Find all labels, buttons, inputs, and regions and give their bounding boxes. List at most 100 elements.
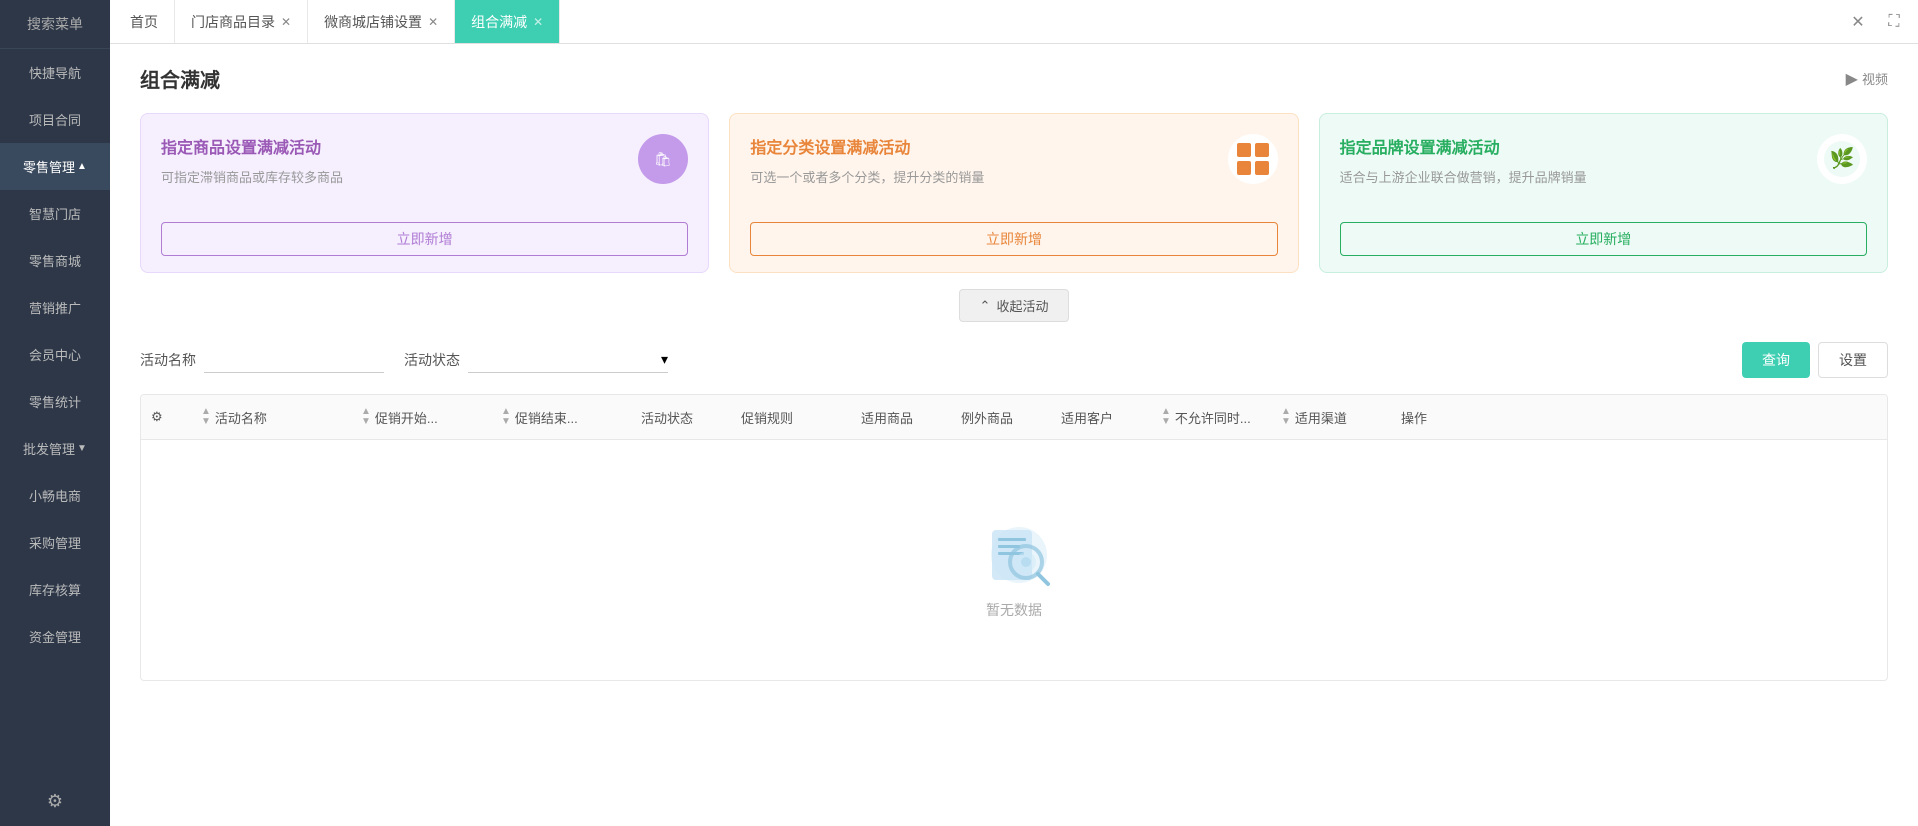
th-status-label: 活动状态 <box>641 408 693 427</box>
tab-wechat-store[interactable]: 微商城店铺设置 ✕ <box>308 0 455 43</box>
th-rule: 促销规则 <box>731 395 851 439</box>
sidebar-item-retail-mgmt[interactable]: 零售管理 ▲ <box>0 143 110 190</box>
th-action-label: 操作 <box>1401 408 1427 427</box>
settings-icon-btn[interactable]: ⚙ <box>0 777 110 826</box>
tab-combo-discount-close[interactable]: ✕ <box>533 15 543 29</box>
tab-bar-actions: ✕ ⛶ <box>1844 8 1918 36</box>
th-status: 活动状态 <box>631 395 731 439</box>
tab-home-label: 首页 <box>130 12 158 32</box>
category-card-btn[interactable]: 立即新增 <box>750 222 1277 256</box>
brand-card-btn[interactable]: 立即新增 <box>1340 222 1867 256</box>
tab-wechat-store-close[interactable]: ✕ <box>428 15 438 29</box>
activity-cards: 指定商品设置满减活动 🛍 可指定滞销商品或库存较多商品 立即新增 指定分类设置满… <box>140 113 1888 273</box>
collapse-activities-btn[interactable]: ⌃ 收起活动 <box>959 289 1070 322</box>
page-header: 组合满减 ▶ 视频 <box>140 64 1888 93</box>
video-link[interactable]: ▶ 视频 <box>1846 69 1888 89</box>
sidebar-item-small-ecom[interactable]: 小畅电商 <box>0 472 110 519</box>
sidebar-item-membership[interactable]: 会员中心 <box>0 331 110 378</box>
th-customer: 适用客户 <box>1051 395 1151 439</box>
brand-card-icon: 🌿 <box>1817 134 1867 184</box>
th-not-allow[interactable]: ▲▼ 不允许同时... <box>1151 395 1271 439</box>
tab-bar: 首页 门店商品目录 ✕ 微商城店铺设置 ✕ 组合满减 ✕ ✕ ⛶ <box>110 0 1918 44</box>
collapse-bar: ⌃ 收起活动 <box>140 289 1888 322</box>
filter-status-item: 活动状态 ▾ <box>404 347 668 373</box>
sort-not-allow-icon: ▲▼ <box>1161 407 1171 427</box>
th-action: 操作 <box>1391 395 1887 439</box>
table-header: ⚙ ▲▼ 活动名称 ▲▼ 促销开始... ▲▼ 促销结束... <box>141 395 1887 440</box>
dropdown-arrow-icon: ▾ <box>661 351 668 368</box>
th-except-label: 例外商品 <box>961 408 1013 427</box>
tab-store-catalog[interactable]: 门店商品目录 ✕ <box>175 0 308 43</box>
sidebar-item-retail-mall[interactable]: 零售商城 <box>0 237 110 284</box>
chevron-up-icon: ▲ <box>77 161 87 172</box>
product-activity-card: 指定商品设置满减活动 🛍 可指定滞销商品或库存较多商品 立即新增 <box>140 113 709 273</box>
product-card-icon: 🛍 <box>638 134 688 184</box>
empty-state: 暂无数据 <box>141 440 1887 680</box>
sidebar: 搜索菜单 快捷导航 项目合同 零售管理 ▲ 智慧门店 零售商城 营销推广 会员中… <box>0 0 110 826</box>
brand-card-desc: 适合与上游企业联合做营销，提升品牌销量 <box>1340 168 1867 189</box>
svg-text:🛍: 🛍 <box>654 151 672 167</box>
th-name[interactable]: ▲▼ 活动名称 <box>191 395 351 439</box>
th-product-label: 适用商品 <box>861 408 913 427</box>
svg-text:🌿: 🌿 <box>1830 146 1855 170</box>
sidebar-item-quick-nav[interactable]: 快捷导航 <box>0 49 110 96</box>
sidebar-item-finance[interactable]: 资金管理 <box>0 613 110 660</box>
filter-name-label: 活动名称 <box>140 350 196 370</box>
product-card-desc: 可指定滞销商品或库存较多商品 <box>161 168 688 189</box>
tab-combo-discount[interactable]: 组合满减 ✕ <box>455 0 560 43</box>
sort-name-icon: ▲▼ <box>201 407 211 427</box>
category-card-icon <box>1228 134 1278 184</box>
empty-text: 暂无数据 <box>986 600 1042 620</box>
th-product: 适用商品 <box>851 395 951 439</box>
th-start[interactable]: ▲▼ 促销开始... <box>351 395 491 439</box>
sidebar-item-wholesale-mgmt[interactable]: 批发管理 ▼ <box>0 425 110 472</box>
th-end-label: 促销结束... <box>515 408 578 427</box>
th-channel-label: 适用渠道 <box>1295 408 1347 427</box>
th-name-label: 活动名称 <box>215 408 267 427</box>
brand-card-title: 指定品牌设置满减活动 <box>1340 134 1867 158</box>
window-maximize-btn[interactable]: ⛶ <box>1880 8 1908 36</box>
empty-illustration <box>954 500 1074 600</box>
sidebar-item-project-contract[interactable]: 项目合同 <box>0 96 110 143</box>
category-card-title: 指定分类设置满减活动 <box>750 134 1277 158</box>
tab-combo-discount-label: 组合满减 <box>471 12 527 32</box>
category-activity-card: 指定分类设置满减活动 可选一个或者多个分类，提升分类的销量 立即新增 <box>729 113 1298 273</box>
sidebar-item-inventory[interactable]: 库存核算 <box>0 566 110 613</box>
sidebar-item-marketing[interactable]: 营销推广 <box>0 284 110 331</box>
th-customer-label: 适用客户 <box>1061 408 1113 427</box>
sidebar-item-purchase-mgmt[interactable]: 采购管理 <box>0 519 110 566</box>
tab-store-catalog-label: 门店商品目录 <box>191 12 275 32</box>
th-rule-label: 促销规则 <box>741 408 793 427</box>
filter-name-item: 活动名称 <box>140 348 384 373</box>
filter-actions: 查询 设置 <box>1742 342 1888 378</box>
query-btn[interactable]: 查询 <box>1742 342 1810 378</box>
th-gear[interactable]: ⚙ <box>141 395 191 439</box>
filter-status-select[interactable]: ▾ <box>468 347 668 373</box>
tab-wechat-store-label: 微商城店铺设置 <box>324 12 422 32</box>
product-card-btn[interactable]: 立即新增 <box>161 222 688 256</box>
sidebar-search[interactable]: 搜索菜单 <box>0 0 110 49</box>
sidebar-item-smart-store[interactable]: 智慧门店 <box>0 190 110 237</box>
collapse-label: 收起活动 <box>996 296 1048 315</box>
product-card-title: 指定商品设置满减活动 <box>161 134 688 158</box>
filter-status-label: 活动状态 <box>404 350 460 370</box>
collapse-arrow-icon: ⌃ <box>980 298 991 314</box>
filter-row: 活动名称 活动状态 ▾ 查询 设置 <box>140 342 1888 378</box>
tab-home[interactable]: 首页 <box>110 0 175 43</box>
th-except: 例外商品 <box>951 395 1051 439</box>
sidebar-item-retail-stats[interactable]: 零售统计 <box>0 378 110 425</box>
activity-table: ⚙ ▲▼ 活动名称 ▲▼ 促销开始... ▲▼ 促销结束... <box>140 394 1888 681</box>
chevron-down-icon: ▼ <box>77 443 87 454</box>
th-start-label: 促销开始... <box>375 408 438 427</box>
sort-end-icon: ▲▼ <box>501 407 511 427</box>
window-close-btn[interactable]: ✕ <box>1844 8 1872 36</box>
th-not-allow-label: 不允许同时... <box>1175 408 1251 427</box>
th-end[interactable]: ▲▼ 促销结束... <box>491 395 631 439</box>
page-inner: 组合满减 ▶ 视频 指定商品设置满减活动 🛍 <box>110 44 1918 826</box>
table-settings-btn[interactable]: 设置 <box>1818 342 1888 378</box>
category-card-desc: 可选一个或者多个分类，提升分类的销量 <box>750 168 1277 189</box>
filter-name-input[interactable] <box>204 348 384 373</box>
th-channel[interactable]: ▲▼ 适用渠道 <box>1271 395 1391 439</box>
tab-store-catalog-close[interactable]: ✕ <box>281 15 291 29</box>
main-area: 首页 门店商品目录 ✕ 微商城店铺设置 ✕ 组合满减 ✕ ✕ ⛶ 组合满减 ▶ <box>110 0 1918 826</box>
